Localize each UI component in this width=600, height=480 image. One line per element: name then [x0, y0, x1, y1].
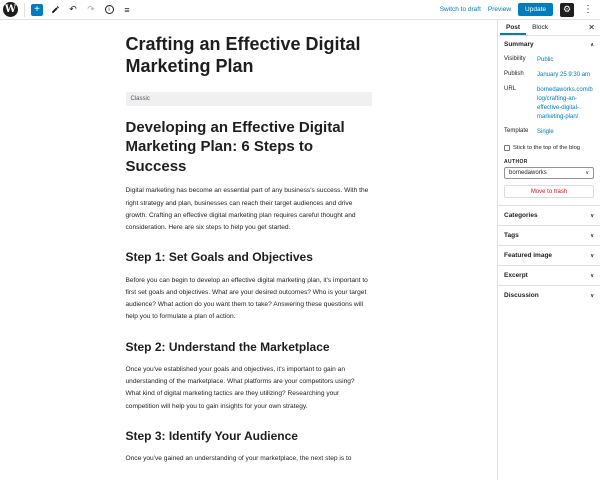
sticky-checkbox[interactable] — [504, 145, 510, 151]
move-to-trash-button[interactable]: Move to trash — [504, 185, 594, 198]
update-button[interactable]: Update — [518, 3, 553, 16]
close-icon[interactable]: ✕ — [583, 23, 600, 32]
info-circle-icon: i — [104, 5, 114, 14]
post-title-field[interactable]: Crafting an Effective Digital Marketing … — [126, 34, 372, 78]
chevron-down-icon: ∨ — [590, 232, 594, 239]
url-label: URL — [504, 86, 517, 92]
post-content: Crafting an Effective Digital Marketing … — [125, 34, 372, 466]
summary-panel-title: Summary — [504, 41, 534, 48]
visibility-row: Visibility Public — [498, 53, 600, 68]
content-heading[interactable]: Developing an Effective Digital Marketin… — [126, 118, 372, 177]
tags-panel-title: Tags — [504, 232, 519, 239]
summary-panel-header[interactable]: Summary ∧ — [498, 36, 600, 53]
intro-paragraph[interactable]: Digital marketing has become an essentia… — [126, 185, 372, 234]
undo-icon[interactable]: ↶ — [67, 3, 79, 17]
section-paragraph-2[interactable]: Once you've established your goals and o… — [126, 364, 372, 413]
categories-panel-header[interactable]: Categories ∨ — [498, 205, 600, 225]
block-inserter-button[interactable]: + — [31, 3, 43, 16]
section-paragraph-1[interactable]: Before you can begin to develop an effec… — [126, 275, 372, 324]
chevron-up-icon: ∧ — [590, 41, 594, 48]
author-select-value: bornedaworks — [509, 170, 547, 176]
editor-canvas: Crafting an Effective Digital Marketing … — [0, 20, 497, 480]
publish-row: Publish January 25 9:30 am — [498, 68, 600, 83]
section-paragraph-3[interactable]: Once you've gained an understanding of y… — [126, 453, 372, 465]
visibility-label: Visibility — [504, 56, 526, 62]
settings-gear-icon[interactable]: ⚙ — [560, 2, 574, 17]
details-icon[interactable]: i — [103, 3, 115, 17]
template-label: Template — [504, 128, 529, 134]
discussion-panel-title: Discussion — [504, 292, 539, 299]
topbar-left-tools: W + ↶ ↷ i ≡ — [0, 0, 133, 19]
chevron-down-icon: ∨ — [585, 170, 589, 176]
sticky-checkbox-row: Stick to the top of the blog — [498, 140, 600, 154]
wordpress-logo-icon[interactable]: W — [3, 2, 18, 17]
list-view-icon[interactable]: ≡ — [121, 3, 133, 17]
categories-panel-title: Categories — [504, 212, 538, 219]
redo-icon[interactable]: ↷ — [85, 3, 97, 17]
url-row: URL bornedaworks.com/blog/crafting-an-ef… — [498, 83, 600, 125]
editor-topbar: W + ↶ ↷ i ≡ Switch to draft Preview Upda… — [0, 0, 600, 20]
section-heading-2[interactable]: Step 2: Understand the Marketplace — [126, 340, 372, 356]
publish-label: Publish — [504, 71, 524, 77]
featured-image-panel-header[interactable]: Featured image ∨ — [498, 245, 600, 265]
author-label: AUTHOR — [504, 159, 528, 165]
chevron-down-icon: ∨ — [590, 252, 594, 259]
url-value[interactable]: bornedaworks.com/blog/crafting-an-effect… — [537, 86, 594, 122]
discussion-panel-header[interactable]: Discussion ∨ — [498, 285, 600, 305]
switch-to-draft-button[interactable]: Switch to draft — [440, 6, 481, 13]
classic-block-label[interactable]: Classic — [125, 91, 372, 106]
options-kebab-icon[interactable]: ⋮ — [581, 4, 595, 15]
excerpt-panel-header[interactable]: Excerpt ∨ — [498, 265, 600, 285]
tags-panel-header[interactable]: Tags ∨ — [498, 225, 600, 245]
settings-sidebar: Post Block ✕ Summary ∧ Visibility Public… — [497, 20, 600, 480]
tab-post[interactable]: Post — [500, 20, 526, 35]
topbar-divider — [24, 2, 25, 17]
section-heading-3[interactable]: Step 3: Identify Your Audience — [126, 429, 372, 445]
chevron-down-icon: ∨ — [590, 212, 594, 219]
featured-image-panel-title: Featured image — [504, 252, 553, 259]
preview-button[interactable]: Preview — [488, 6, 511, 13]
section-heading-1[interactable]: Step 1: Set Goals and Objectives — [126, 250, 372, 266]
sticky-checkbox-label: Stick to the top of the blog — [513, 145, 581, 151]
sidebar-tabs: Post Block ✕ — [498, 20, 600, 36]
excerpt-panel-title: Excerpt — [504, 272, 528, 279]
visibility-value[interactable]: Public — [537, 56, 553, 65]
template-row: Template Single — [498, 125, 600, 140]
template-value[interactable]: Single — [537, 128, 554, 137]
tab-block[interactable]: Block — [526, 20, 554, 35]
topbar-right-tools: Switch to draft Preview Update ⚙ ⋮ — [440, 2, 600, 17]
chevron-down-icon: ∨ — [590, 292, 594, 299]
publish-value[interactable]: January 25 9:30 am — [537, 71, 590, 80]
chevron-down-icon: ∨ — [590, 272, 594, 279]
author-select[interactable]: bornedaworks ∨ — [504, 167, 594, 179]
edit-tool-icon[interactable] — [49, 3, 61, 17]
